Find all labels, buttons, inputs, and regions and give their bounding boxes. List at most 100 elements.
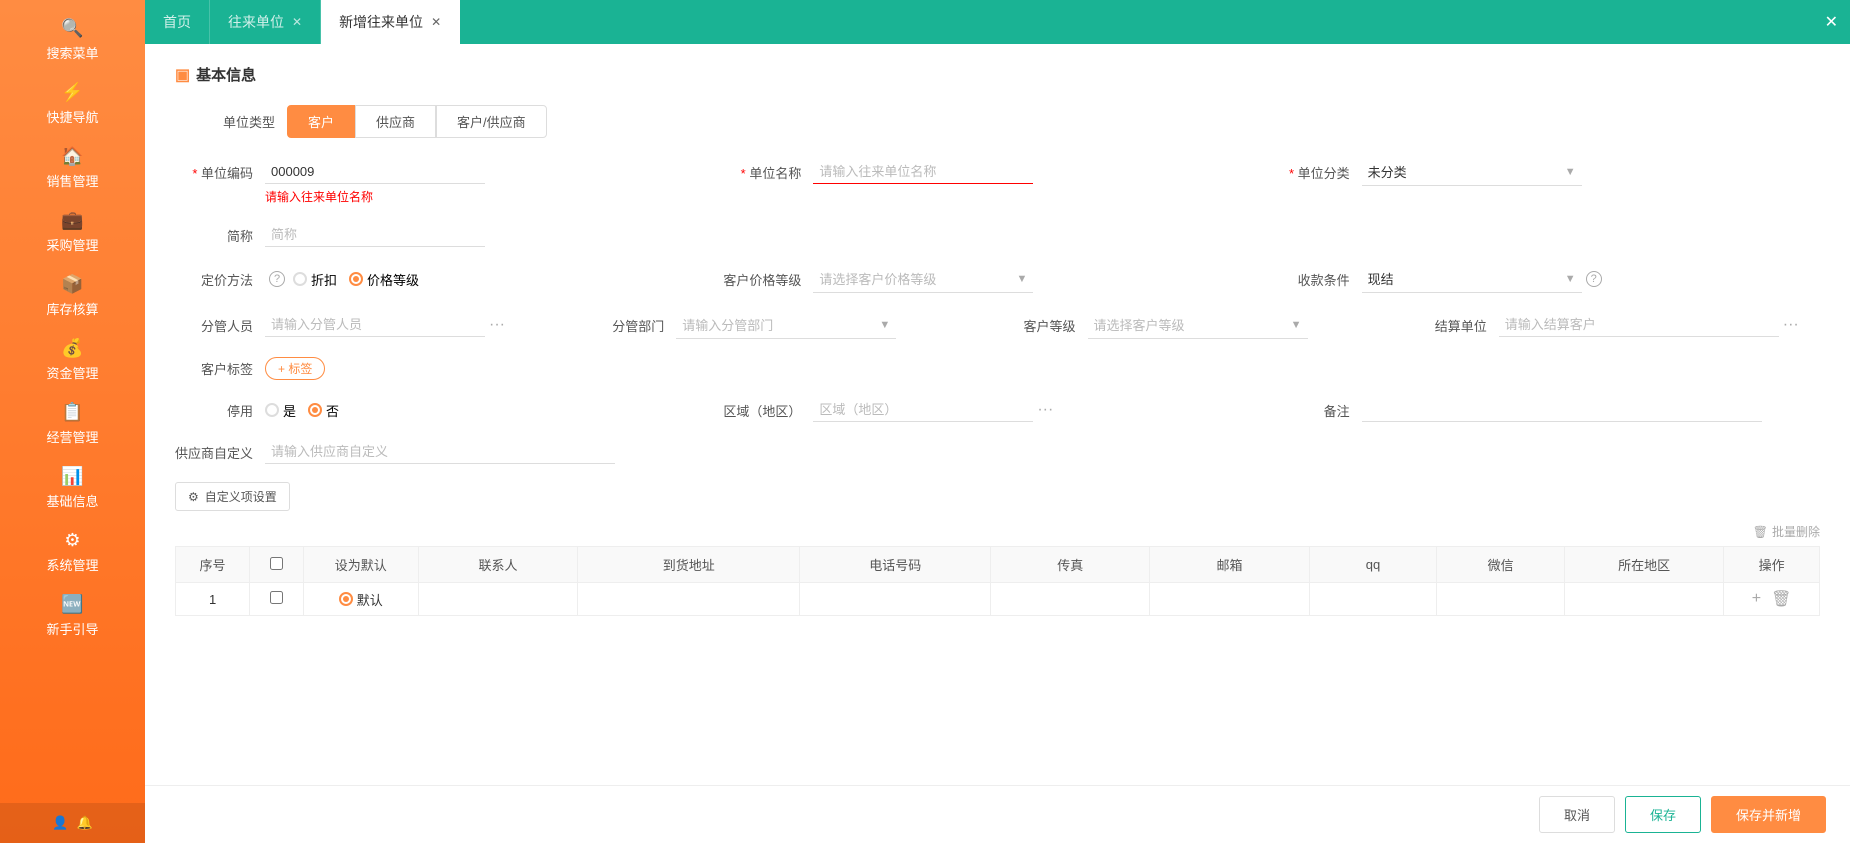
col-seq: 序号 — [176, 547, 250, 583]
customer-price-level-chevron: ▼ — [1016, 273, 1027, 285]
form-row-7: 供应商自定义 — [175, 440, 1820, 464]
manager-dots-btn[interactable]: ··· — [485, 316, 509, 334]
unit-name-input[interactable] — [813, 160, 1033, 184]
sidebar-item-sales[interactable]: 🏠 销售管理 — [0, 136, 145, 200]
short-name-input[interactable] — [265, 223, 485, 247]
col-actions: 操作 — [1724, 547, 1820, 583]
qq-input[interactable] — [1343, 592, 1403, 607]
unit-category-select[interactable]: 未分类 ▼ — [1362, 158, 1582, 186]
unit-name-field: 单位名称 — [723, 160, 1271, 184]
tab-new-partner[interactable]: 新增往来单位 ✕ — [321, 0, 460, 44]
row-checkbox[interactable] — [270, 591, 283, 604]
supplier-custom-input[interactable] — [265, 440, 615, 464]
sidebar-item-system[interactable]: ⚙ 系统管理 — [0, 520, 145, 584]
pricing-method-field: 定价方法 ? 折扣 价格等级 — [175, 270, 723, 289]
unit-category-label: 单位分类 — [1272, 163, 1362, 182]
batch-delete-button[interactable]: 🗑 批量删除 — [175, 523, 1820, 540]
tab-new-partner-close[interactable]: ✕ — [431, 15, 441, 29]
supplier-custom-field: 供应商自定义 — [175, 440, 1820, 464]
save-button[interactable]: 保存 — [1625, 796, 1701, 833]
unit-code-field: 单位编码 — [175, 160, 723, 184]
unit-category-value: 未分类 — [1368, 162, 1407, 181]
remark-label: 备注 — [1272, 401, 1362, 420]
unit-type-row: 单位类型 客户 供应商 客户/供应商 — [175, 105, 1820, 138]
unit-code-input[interactable] — [265, 160, 485, 184]
region-input[interactable] — [813, 398, 1033, 422]
tab-new-partner-label: 新增往来单位 — [339, 12, 423, 32]
select-all-checkbox[interactable] — [270, 557, 283, 570]
phone-input[interactable] — [845, 592, 945, 607]
cell-default: 默认 — [303, 583, 418, 616]
section-icon: ▣ — [175, 65, 190, 85]
cell-region — [1565, 583, 1724, 616]
sidebar-item-guide[interactable]: 🆕 新手引导 — [0, 584, 145, 648]
save-new-button[interactable]: 保存并新增 — [1711, 796, 1826, 833]
type-btn-customer[interactable]: 客户 — [287, 105, 355, 138]
sidebar-item-finance[interactable]: 💰 资金管理 — [0, 328, 145, 392]
table-row: 1 默认 — [176, 583, 1820, 616]
payment-terms-select[interactable]: 现结 ▼ — [1362, 265, 1582, 293]
sidebar-item-search[interactable]: 🔍 搜索菜单 — [0, 8, 145, 72]
fax-input[interactable] — [1030, 592, 1110, 607]
email-input[interactable] — [1189, 592, 1269, 607]
remark-input[interactable] — [1362, 398, 1762, 422]
customer-level-chevron: ▼ — [1291, 319, 1302, 331]
delete-row-button[interactable]: 🗑 — [1771, 589, 1791, 609]
sidebar-item-operations[interactable]: 📋 经营管理 — [0, 392, 145, 456]
sidebar-item-label: 快捷导航 — [46, 107, 98, 126]
content-area: ▣ 基本信息 单位类型 客户 供应商 客户/供应商 单位编码 单位名称 — [145, 44, 1850, 785]
custom-settings-button[interactable]: ⚙ 自定义项设置 — [175, 482, 290, 511]
system-icon: ⚙ — [64, 530, 80, 551]
radio-no[interactable]: 否 — [308, 401, 339, 420]
type-btn-both[interactable]: 客户/供应商 — [436, 105, 547, 138]
row-region-input[interactable] — [1604, 592, 1684, 607]
tab-home[interactable]: 首页 — [145, 0, 210, 44]
payment-terms-label: 收款条件 — [1272, 270, 1362, 289]
payment-help-icon[interactable]: ? — [1586, 271, 1602, 287]
close-all-tabs-button[interactable]: ✕ — [1825, 12, 1838, 32]
settlement-unit-input[interactable] — [1499, 313, 1779, 337]
sidebar-item-quicknav[interactable]: ⚡ 快捷导航 — [0, 72, 145, 136]
contact-input[interactable] — [458, 592, 538, 607]
sidebar-item-basic[interactable]: 📊 基础信息 — [0, 456, 145, 520]
radio-yes[interactable]: 是 — [265, 401, 296, 420]
col-email: 邮箱 — [1150, 547, 1309, 583]
customer-price-level-select[interactable]: 请选择客户价格等级 ▼ — [813, 265, 1033, 293]
tab-partners[interactable]: 往来单位 ✕ — [210, 0, 321, 44]
radio-no-dot — [308, 403, 322, 417]
cancel-button[interactable]: 取消 — [1539, 796, 1615, 833]
add-tag-button[interactable]: + 标签 — [265, 357, 325, 380]
pricing-help-icon[interactable]: ? — [269, 271, 285, 287]
add-row-button[interactable]: + — [1752, 590, 1761, 608]
form-row-1: 单位编码 单位名称 单位分类 未分类 ▼ 请输入 — [175, 158, 1820, 205]
customer-level-select[interactable]: 请选择客户等级 ▼ — [1088, 311, 1308, 339]
manager-input[interactable] — [265, 313, 485, 337]
department-select[interactable]: 请输入分管部门 ▼ — [676, 311, 896, 339]
wechat-input[interactable] — [1471, 592, 1531, 607]
unit-name-label: 单位名称 — [723, 163, 813, 182]
department-chevron: ▼ — [879, 319, 890, 331]
form-row-6: 停用 是 否 区域（地区） ··· — [175, 398, 1820, 422]
bottom-bar: 取消 保存 保存并新增 — [145, 785, 1850, 843]
radio-discount[interactable]: 折扣 — [293, 270, 337, 289]
main-area: 首页 往来单位 ✕ 新增往来单位 ✕ ✕ ▣ 基本信息 单位类型 客户 供应商 … — [145, 0, 1850, 843]
tab-partners-close[interactable]: ✕ — [292, 15, 302, 29]
region-dots-btn[interactable]: ··· — [1033, 401, 1057, 419]
sidebar-bottom: 👤 🔔 — [0, 803, 145, 843]
address-input[interactable] — [629, 592, 749, 607]
payment-terms-chevron: ▼ — [1565, 273, 1576, 285]
sidebar-item-purchase[interactable]: 💼 采购管理 — [0, 200, 145, 264]
customer-tag-label: 客户标签 — [175, 359, 265, 378]
radio-price-level[interactable]: 价格等级 — [349, 270, 419, 289]
settlement-unit-dots-btn[interactable]: ··· — [1779, 316, 1803, 334]
user-icon: 👤 — [52, 815, 68, 831]
col-region: 所在地区 — [1565, 547, 1724, 583]
tab-home-label: 首页 — [163, 12, 191, 32]
unit-name-error: 请输入往来单位名称 — [265, 188, 1820, 205]
sidebar-item-inventory[interactable]: 📦 库存核算 — [0, 264, 145, 328]
customer-level-label: 客户等级 — [998, 316, 1088, 335]
cell-checkbox — [250, 583, 304, 616]
default-radio[interactable]: 默认 — [314, 590, 408, 609]
basic-icon: 📊 — [61, 466, 83, 487]
type-btn-supplier[interactable]: 供应商 — [355, 105, 436, 138]
